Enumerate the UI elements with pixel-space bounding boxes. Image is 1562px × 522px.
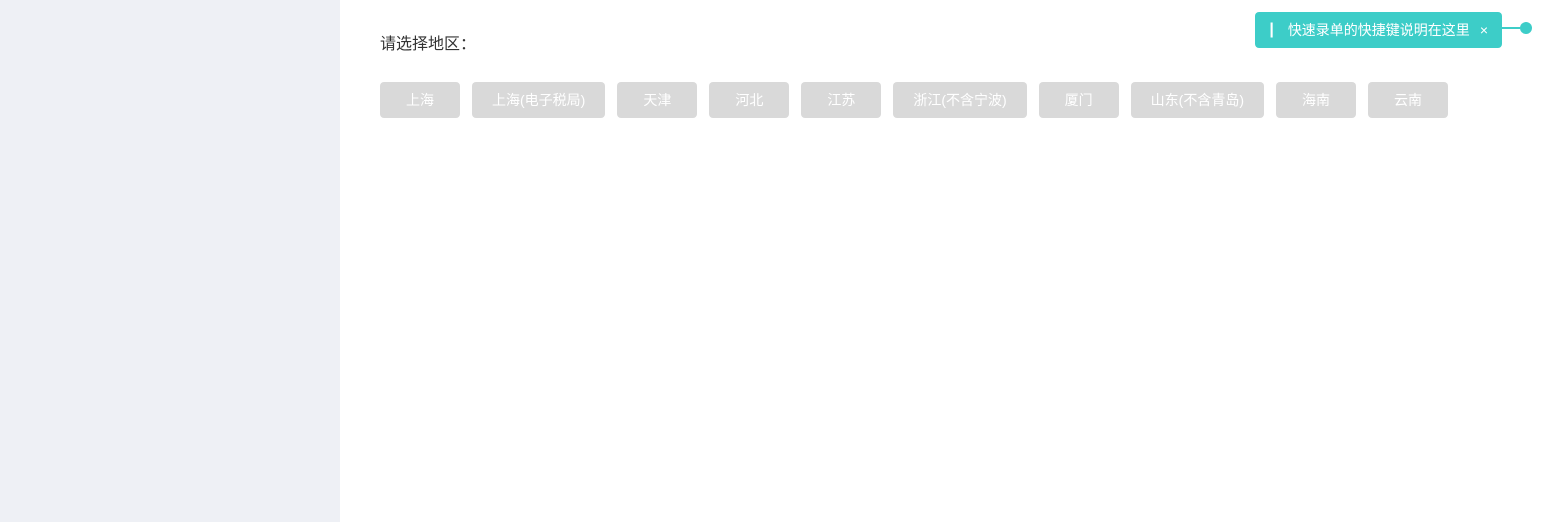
- left-sidebar: [0, 0, 340, 522]
- region-button-shandong[interactable]: 山东(不含青岛): [1131, 82, 1264, 118]
- region-button-jiangsu[interactable]: 江苏: [801, 82, 881, 118]
- region-button-xiamen[interactable]: 厦门: [1039, 82, 1119, 118]
- region-button-zhejiang[interactable]: 浙江(不含宁波): [893, 82, 1026, 118]
- tooltip-close-button[interactable]: ×: [1480, 22, 1488, 38]
- region-buttons-container: 上海上海(电子税局) 天津河北江苏浙江(不含宁波) 厦门山东(不含青岛) 海南云南: [380, 82, 1522, 118]
- region-button-shanghai-etax[interactable]: 上海(电子税局): [472, 82, 605, 118]
- region-button-hainan[interactable]: 海南: [1276, 82, 1356, 118]
- main-content: 请选择地区： 上海上海(电子税局)天津河北江苏浙江(不含宁波)厦门山东(不含青岛…: [340, 0, 1562, 522]
- region-button-hebei[interactable]: 河北: [709, 82, 789, 118]
- region-button-shanghai[interactable]: 上海: [380, 82, 460, 118]
- tooltip-dot: [1520, 22, 1532, 34]
- region-button-yunnan[interactable]: 云南: [1368, 82, 1448, 118]
- region-button-tianjin[interactable]: 天津: [617, 82, 697, 118]
- tooltip-text: 快速录单的快捷键说明在这里: [1288, 20, 1470, 40]
- tooltip-banner: 快速录单的快捷键说明在这里 ×: [1255, 12, 1502, 48]
